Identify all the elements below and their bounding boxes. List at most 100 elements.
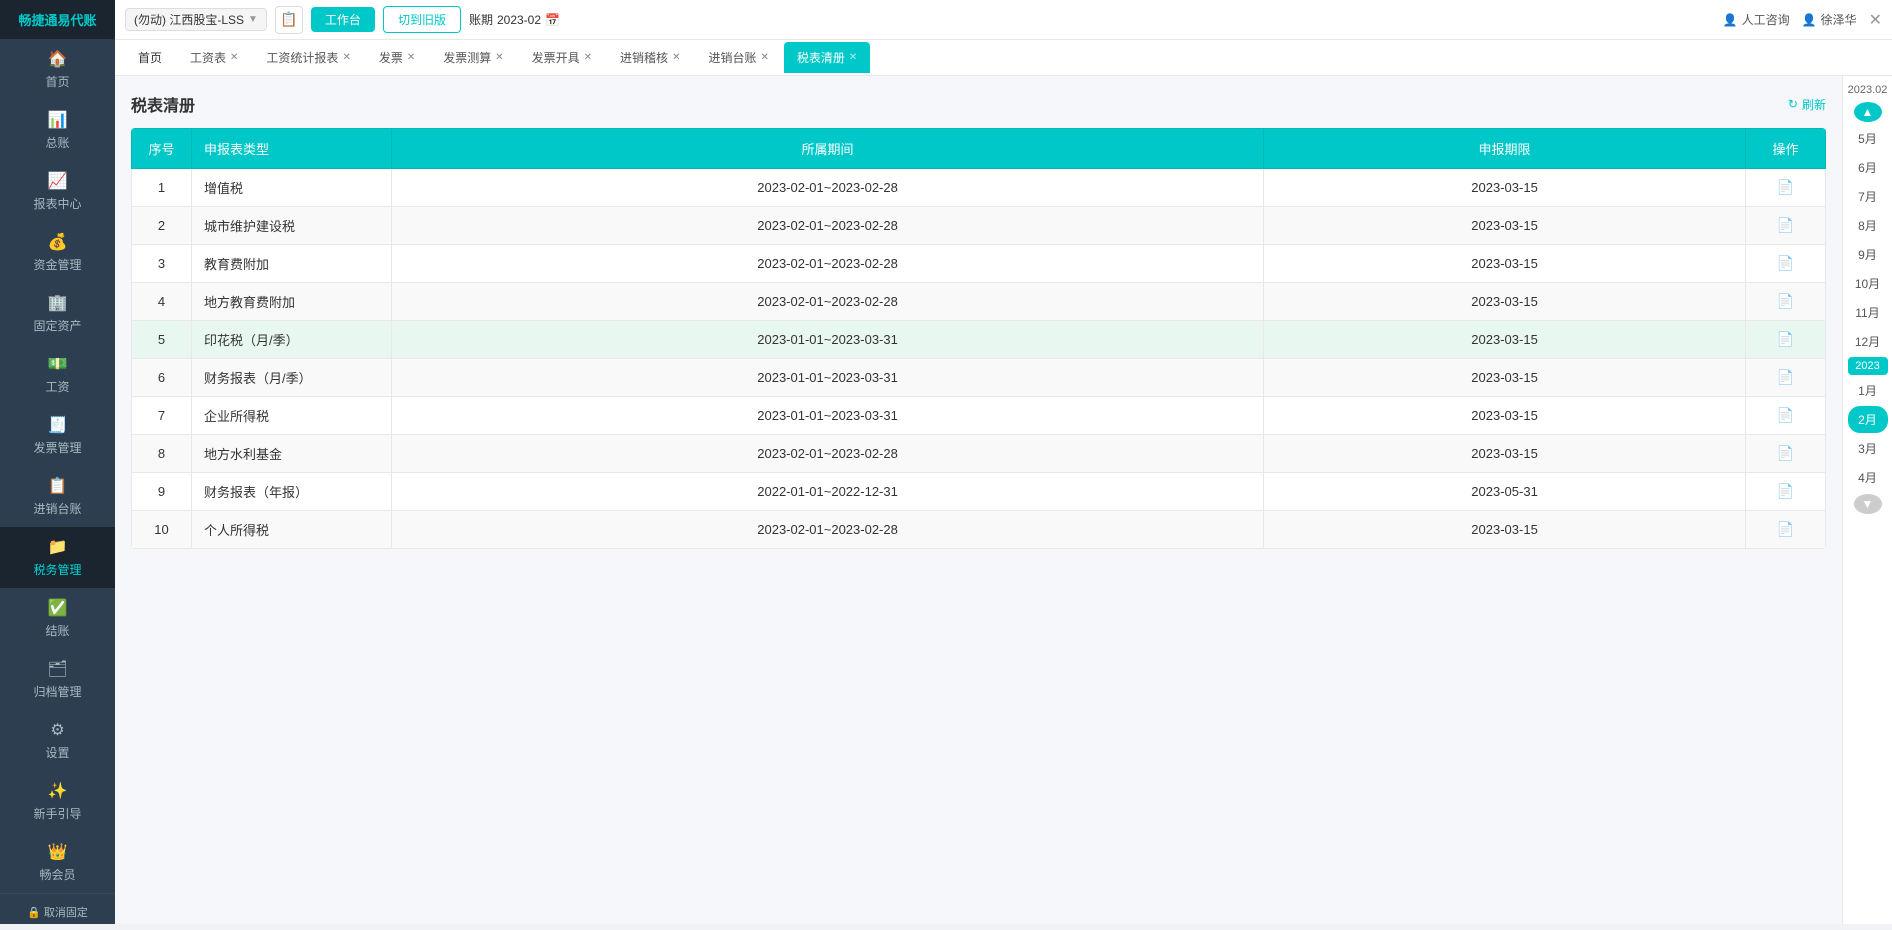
cell-type: 地方教育费附加 [192,283,392,321]
user-menu[interactable]: 👤 徐泽华 [1802,11,1857,28]
cell-action[interactable]: 📄 [1746,245,1826,283]
sidebar-item-close[interactable]: ✅ 结账 [0,588,115,649]
cal-month-8[interactable]: 8月 [1848,212,1888,239]
sidebar-item-label: 结账 [45,622,69,639]
ai-consult-label: 人工咨询 [1742,11,1790,28]
cell-action[interactable]: 📄 [1746,473,1826,511]
tab-salary-stats[interactable]: 工资统计报表 ✕ [253,42,363,73]
sidebar-item-salary[interactable]: 💵 工资 [0,344,115,405]
tab-close-icon[interactable]: ✕ [849,52,857,63]
unpin-button[interactable]: 🔒 取消固定 [0,893,115,930]
sidebar-item-member[interactable]: 👑 畅会员 [0,832,115,893]
tab-close-icon[interactable]: ✕ [495,52,503,63]
cell-action[interactable]: 📄 [1746,435,1826,473]
action-icon[interactable]: 📄 [1777,369,1794,385]
period-selector[interactable]: 账期 2023-02 📅 [469,11,560,28]
tab-close-icon[interactable]: ✕ [407,52,415,63]
company-selector[interactable]: (勿动) 江西股宝-LSS ▼ [125,8,267,31]
sidebar-item-home[interactable]: 🏠 首页 [0,39,115,100]
sidebar-item-invoice[interactable]: 🧾 发票管理 [0,405,115,466]
cal-month-5[interactable]: 5月 [1848,125,1888,152]
cell-action[interactable]: 📄 [1746,511,1826,549]
tab-invoice-calc[interactable]: 发票测算 ✕ [430,42,516,73]
action-icon[interactable]: 📄 [1777,483,1794,499]
sidebar-item-label: 固定资产 [33,317,81,334]
cell-action[interactable]: 📄 [1746,283,1826,321]
sidebar-item-archive[interactable]: 🗂 归档管理 [0,649,115,710]
table-row: 2 城市维护建设税 2023-02-01~2023-02-28 2023-03-… [132,207,1826,245]
tab-home[interactable]: 首页 [125,42,175,73]
cal-month-11[interactable]: 11月 [1848,299,1888,326]
cell-period: 2023-02-01~2023-02-28 [392,207,1264,245]
cell-action[interactable]: 📄 [1746,359,1826,397]
close-window-icon[interactable]: ✕ [1869,10,1882,30]
cell-deadline: 2023-03-15 [1264,283,1746,321]
cell-deadline: 2023-05-31 [1264,473,1746,511]
sidebar-item-label: 设置 [45,744,69,761]
cell-action[interactable]: 📄 [1746,321,1826,359]
cal-month-1[interactable]: 1月 [1848,377,1888,404]
refresh-button[interactable]: ↻ 刷新 [1788,96,1826,113]
period-label: 账期 [469,11,493,28]
sidebar-item-settings[interactable]: ⚙ 设置 [0,710,115,771]
tab-purchase-check[interactable]: 进销稽核 ✕ [607,42,693,73]
action-icon[interactable]: 📄 [1777,293,1794,309]
workspace-button[interactable]: 工作台 [311,7,375,32]
tab-purchase-ledger[interactable]: 进销台账 ✕ [695,42,781,73]
action-icon[interactable]: 📄 [1777,521,1794,537]
cal-month-6[interactable]: 6月 [1848,154,1888,181]
calendar-icon: 📅 [545,13,560,27]
action-icon[interactable]: 📄 [1777,445,1794,461]
sidebar-item-tax[interactable]: 📁 税务管理 [0,527,115,588]
cal-month-4[interactable]: 4月 [1848,464,1888,491]
calendar-up-button[interactable]: ▲ [1854,102,1882,122]
sidebar-item-funds[interactable]: 💰 资金管理 [0,222,115,283]
tab-close-icon[interactable]: ✕ [584,52,592,63]
sidebar-item-guide[interactable]: ✨ 新手引导 [0,771,115,832]
sidebar-item-ledger[interactable]: 📊 总账 [0,100,115,161]
action-icon[interactable]: 📄 [1777,331,1794,347]
cell-period: 2023-01-01~2023-03-31 [392,359,1264,397]
action-icon[interactable]: 📄 [1777,255,1794,271]
tab-label: 发票测算 [443,49,491,66]
action-icon[interactable]: 📄 [1777,217,1794,233]
tab-salary[interactable]: 工资表 ✕ [177,42,251,73]
switch-old-button[interactable]: 切到旧版 [383,6,461,33]
tab-close-icon[interactable]: ✕ [672,52,680,63]
ai-consult-button[interactable]: 👤 人工咨询 [1723,11,1790,28]
page-title: 税表清册 [131,92,195,116]
member-icon: 👑 [48,842,68,862]
cal-month-3[interactable]: 3月 [1848,435,1888,462]
sidebar-item-assets[interactable]: 🏢 固定资产 [0,283,115,344]
cell-deadline: 2023-03-15 [1264,511,1746,549]
tab-invoice[interactable]: 发票 ✕ [366,42,428,73]
cell-action[interactable]: 📄 [1746,207,1826,245]
col-header-action: 操作 [1746,129,1826,169]
tax-table: 序号 申报表类型 所属期间 申报期限 操作 1 增值税 2023-02-01~2… [131,128,1826,549]
cal-month-7[interactable]: 7月 [1848,183,1888,210]
cal-year-current: 2023 [1848,357,1888,375]
tab-close-icon[interactable]: ✕ [342,52,350,63]
cal-month-12[interactable]: 12月 [1848,328,1888,355]
sidebar-item-purchase-sales[interactable]: 📋 进销台账 [0,466,115,527]
action-icon[interactable]: 📄 [1777,179,1794,195]
action-icon[interactable]: 📄 [1777,407,1794,423]
calendar-down-button[interactable]: ▼ [1854,494,1882,514]
tab-close-icon[interactable]: ✕ [230,52,238,63]
cell-action[interactable]: 📄 [1746,169,1826,207]
cal-month-10[interactable]: 10月 [1848,270,1888,297]
copy-icon[interactable]: 📋 [275,6,303,34]
sidebar-item-label: 畅会员 [39,866,75,883]
sidebar-item-label: 总账 [45,134,69,151]
cell-action[interactable]: 📄 [1746,397,1826,435]
page-content: 税表清册 ↻ 刷新 序号 申报表类型 所属期间 申报期限 操作 [115,76,1842,924]
chevron-down-icon: ▼ [248,14,258,25]
tab-invoice-issue[interactable]: 发票开具 ✕ [519,42,605,73]
sidebar-item-report[interactable]: 📈 报表中心 [0,161,115,222]
cell-type: 财务报表（月/季） [192,359,392,397]
cal-month-9[interactable]: 9月 [1848,241,1888,268]
cal-month-2-active[interactable]: 2月 [1848,406,1888,433]
tab-close-icon[interactable]: ✕ [760,52,768,63]
table-row: 1 增值税 2023-02-01~2023-02-28 2023-03-15 📄 [132,169,1826,207]
tab-tax-list[interactable]: 税表清册 ✕ [784,42,870,73]
